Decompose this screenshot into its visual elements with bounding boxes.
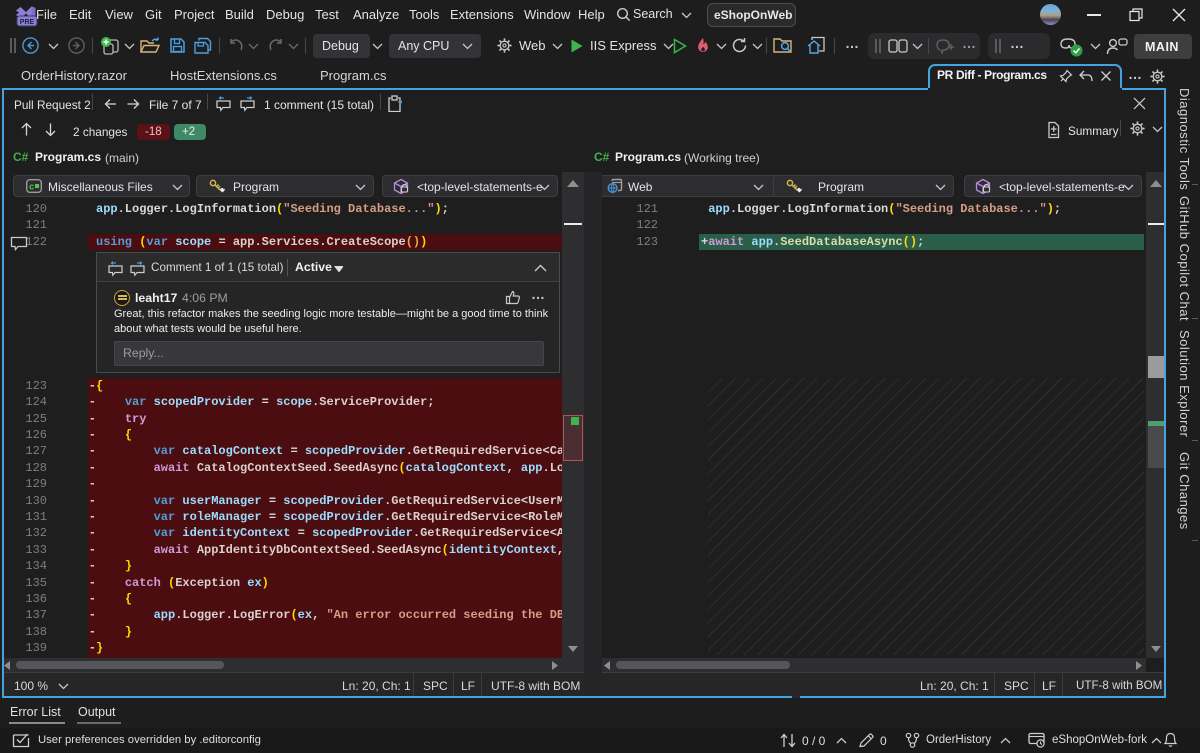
- svg-text:PRE: PRE: [20, 19, 35, 26]
